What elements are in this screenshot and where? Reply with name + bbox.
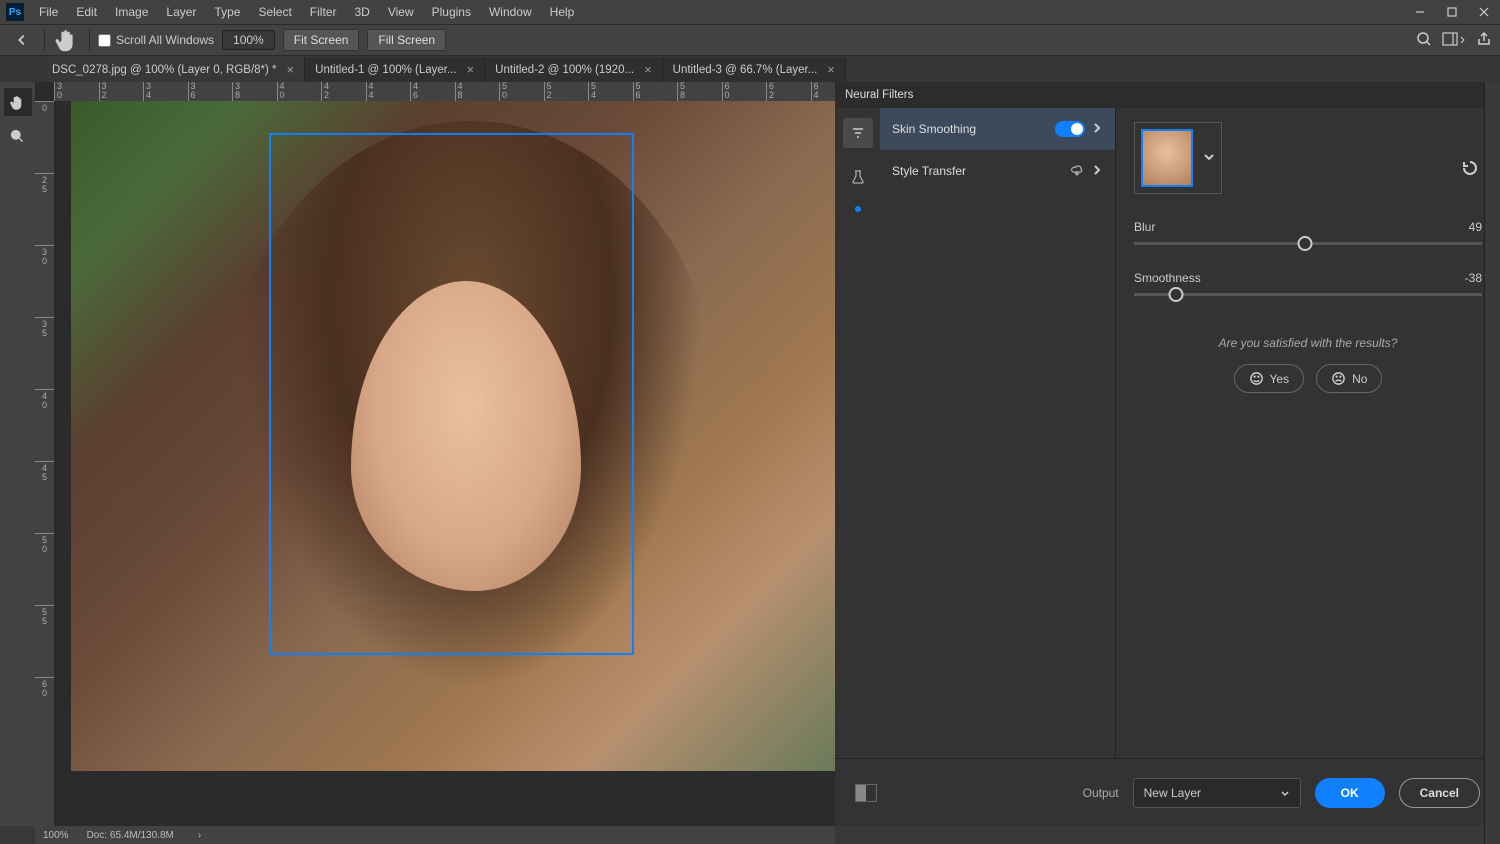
feedback-prompt: Are you satisfied with the results? xyxy=(1134,336,1482,350)
filter-style-transfer[interactable]: Style Transfer xyxy=(880,150,1115,192)
share-icon[interactable] xyxy=(1476,31,1492,50)
chevron-right-icon xyxy=(1091,122,1103,137)
tab-document-4[interactable]: Untitled-3 @ 66.7% (Layer... × xyxy=(663,57,846,82)
output-dropdown[interactable]: New Layer xyxy=(1133,778,1301,808)
app-logo: Ps xyxy=(6,3,24,21)
slider-value[interactable]: 49 xyxy=(1469,220,1482,234)
featured-filters-icon[interactable] xyxy=(843,118,873,148)
output-value: New Layer xyxy=(1144,786,1201,800)
filter-list: Skin Smoothing Style Transfer xyxy=(880,108,1116,826)
filter-label: Style Transfer xyxy=(892,164,1063,178)
document-image xyxy=(71,101,835,771)
search-icon[interactable] xyxy=(1416,31,1432,50)
cancel-button[interactable]: Cancel xyxy=(1399,778,1480,808)
beta-filters-icon[interactable] xyxy=(843,162,873,192)
cloud-download-icon[interactable] xyxy=(1069,162,1085,181)
tab-document-2[interactable]: Untitled-1 @ 100% (Layer... × xyxy=(305,57,485,82)
window-maximize-button[interactable] xyxy=(1436,0,1468,24)
menu-image[interactable]: Image xyxy=(106,5,157,19)
tab-label: DSC_0278.jpg @ 100% (Layer 0, RGB/8*) * xyxy=(52,64,277,76)
window-close-button[interactable] xyxy=(1468,0,1500,24)
hand-tool-icon xyxy=(53,26,81,54)
feedback-no-button[interactable]: No xyxy=(1316,364,1382,393)
zoom-tool[interactable] xyxy=(4,122,32,150)
slider-label: Smoothness xyxy=(1134,271,1201,285)
active-indicator-dot xyxy=(855,206,861,212)
menu-help[interactable]: Help xyxy=(541,5,584,19)
smoothness-slider: Smoothness -38 xyxy=(1134,271,1482,296)
tab-close-icon[interactable]: × xyxy=(465,62,477,77)
face-thumbnail xyxy=(1141,129,1193,187)
scroll-all-label: Scroll All Windows xyxy=(116,33,214,47)
tab-document-3[interactable]: Untitled-2 @ 100% (1920... × xyxy=(485,57,662,82)
zoom-level-input[interactable]: 100% xyxy=(222,30,275,50)
menu-window[interactable]: Window xyxy=(480,5,541,19)
slider-thumb[interactable] xyxy=(1297,236,1312,251)
feedback-yes-button[interactable]: Yes xyxy=(1234,364,1305,393)
tool-strip xyxy=(0,82,35,826)
tab-close-icon[interactable]: × xyxy=(825,62,837,77)
reset-icon[interactable] xyxy=(1460,158,1480,181)
menu-layer[interactable]: Layer xyxy=(157,5,205,19)
menu-edit[interactable]: Edit xyxy=(67,5,106,19)
collapsed-panel-gutter[interactable] xyxy=(1484,82,1500,844)
menu-select[interactable]: Select xyxy=(249,5,300,19)
window-minimize-button[interactable] xyxy=(1404,0,1436,24)
slider-thumb[interactable] xyxy=(1168,287,1183,302)
fill-screen-button[interactable]: Fill Screen xyxy=(367,29,446,51)
slider-label: Blur xyxy=(1134,220,1155,234)
ruler-vertical: 02530354045505560 xyxy=(35,101,54,826)
tab-label: Untitled-2 @ 100% (1920... xyxy=(495,64,634,76)
workspace-switcher[interactable] xyxy=(1442,31,1466,50)
preview-toggle-icon[interactable] xyxy=(855,784,877,802)
slider-track[interactable] xyxy=(1134,293,1482,296)
menu-3d[interactable]: 3D xyxy=(345,5,378,19)
ok-button[interactable]: OK xyxy=(1315,778,1385,808)
menu-filter[interactable]: Filter xyxy=(301,5,346,19)
panel-footer: Output New Layer OK Cancel xyxy=(835,758,1500,826)
canvas-area: 303234363840424446485052545658606264 025… xyxy=(35,82,835,826)
menubar: Ps File Edit Image Layer Type Select Fil… xyxy=(0,0,1500,24)
output-label: Output xyxy=(1083,786,1119,800)
filter-settings: Blur 49 Smoothness -38 Are you satisfied w… xyxy=(1116,108,1500,826)
slider-value[interactable]: -38 xyxy=(1465,271,1482,285)
home-back-button[interactable] xyxy=(8,26,36,54)
status-doc-size[interactable]: Doc: 65.4M/130.8M xyxy=(87,830,174,841)
fit-screen-button[interactable]: Fit Screen xyxy=(283,29,360,51)
filter-skin-smoothing[interactable]: Skin Smoothing xyxy=(880,108,1115,150)
tab-close-icon[interactable]: × xyxy=(285,62,297,77)
slider-track[interactable] xyxy=(1134,242,1482,245)
chevron-right-icon xyxy=(1091,164,1103,179)
filter-category-strip xyxy=(835,108,880,826)
document-tabs: DSC_0278.jpg @ 100% (Layer 0, RGB/8*) * ×… xyxy=(0,56,1500,82)
filter-toggle[interactable] xyxy=(1055,121,1085,137)
tab-label: Untitled-3 @ 66.7% (Layer... xyxy=(673,64,818,76)
tab-label: Untitled-1 @ 100% (Layer... xyxy=(315,64,456,76)
scroll-all-windows-checkbox[interactable]: Scroll All Windows xyxy=(98,33,214,47)
options-bar: Scroll All Windows 100% Fit Screen Fill … xyxy=(0,24,1500,56)
neural-filters-panel: Neural Filters Skin Smoothing Style Tran… xyxy=(835,82,1500,826)
ruler-horizontal: 303234363840424446485052545658606264 xyxy=(54,82,835,101)
chevron-down-icon xyxy=(1203,151,1215,166)
filter-label: Skin Smoothing xyxy=(892,122,1049,136)
tab-document-1[interactable]: DSC_0278.jpg @ 100% (Layer 0, RGB/8*) * × xyxy=(42,57,305,82)
menu-file[interactable]: File xyxy=(30,5,67,19)
status-zoom[interactable]: 100% xyxy=(43,830,69,841)
menu-type[interactable]: Type xyxy=(205,5,249,19)
status-bar: 100% Doc: 65.4M/130.8M › xyxy=(35,826,835,844)
panel-title: Neural Filters xyxy=(835,82,1500,108)
canvas[interactable] xyxy=(54,101,835,826)
tab-close-icon[interactable]: × xyxy=(642,62,654,77)
menu-view[interactable]: View xyxy=(379,5,423,19)
hand-tool[interactable] xyxy=(4,88,32,116)
blur-slider: Blur 49 xyxy=(1134,220,1482,245)
face-selector[interactable] xyxy=(1134,122,1222,194)
menu-plugins[interactable]: Plugins xyxy=(423,5,480,19)
